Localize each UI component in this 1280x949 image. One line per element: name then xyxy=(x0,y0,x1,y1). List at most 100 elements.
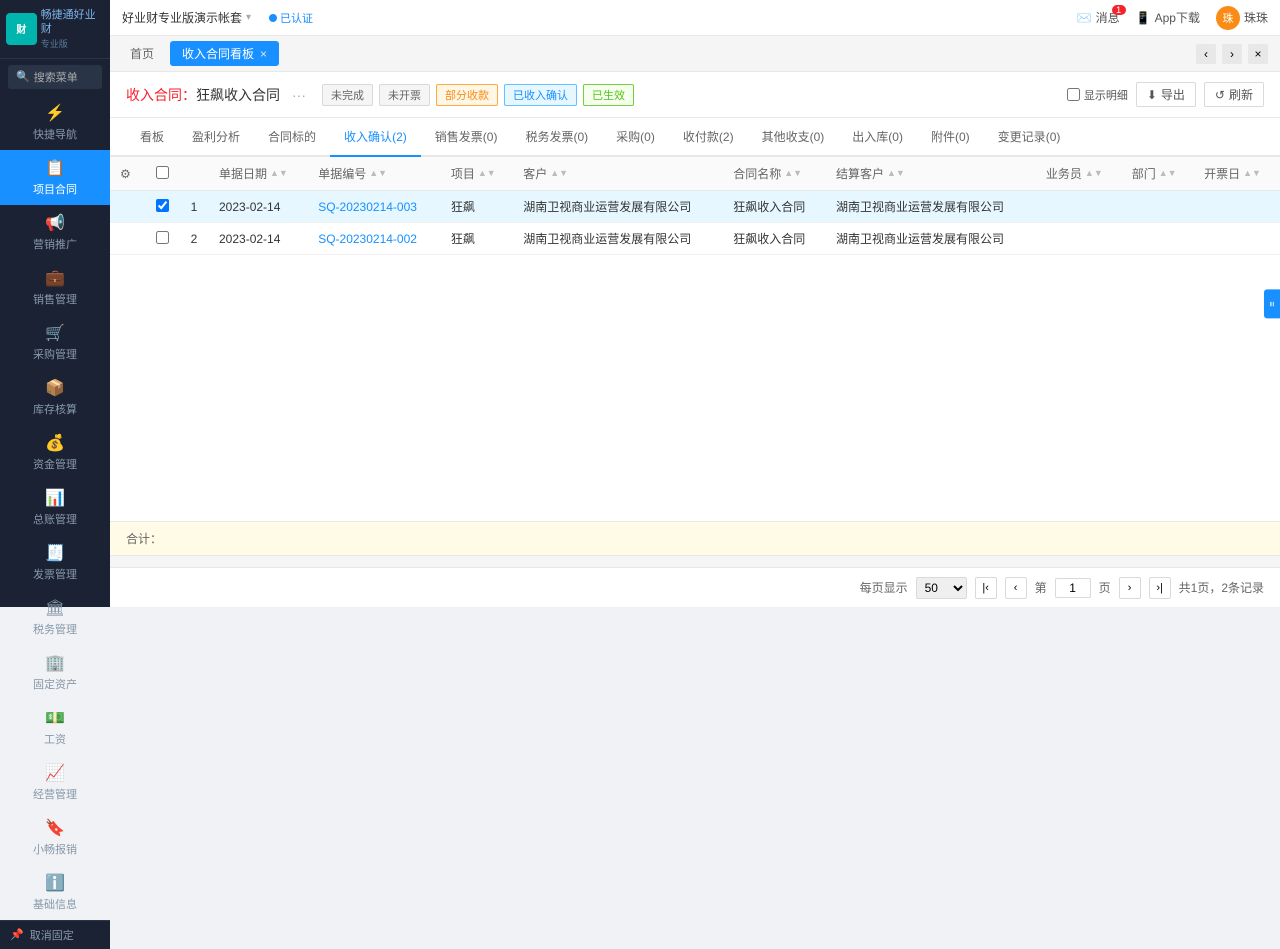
tab-home[interactable]: 首页 xyxy=(122,45,162,62)
row-checkbox[interactable] xyxy=(156,199,169,212)
app-download-button[interactable]: 📱 App下载 xyxy=(1136,9,1200,26)
messages-button[interactable]: ✉️ 消息 1 xyxy=(1077,9,1120,26)
settings-icon[interactable]: ⚙ xyxy=(120,167,131,181)
cell-code: SQ-20230214-003 xyxy=(308,191,441,223)
col-settle-customer-header[interactable]: 结算客户 ▲▼ xyxy=(826,157,1036,191)
sidebar-item-funds[interactable]: 💰 资金管理 xyxy=(0,425,110,480)
cell-settings xyxy=(110,223,146,255)
funds-icon: 💰 xyxy=(45,433,65,453)
cell-dept xyxy=(1122,191,1194,223)
avatar-initials: 珠 xyxy=(1222,10,1233,26)
tab-prev-button[interactable]: ‹ xyxy=(1196,44,1216,64)
prev-page-button[interactable]: ‹ xyxy=(1005,577,1027,599)
subtab-warehouse[interactable]: 出入库(0) xyxy=(838,118,917,157)
subtab-purchase[interactable]: 采购(0) xyxy=(602,118,669,157)
subtabs: 看板 盈利分析 合同标的 收入确认(2) 销售发票(0) 税务发票(0) 采购(… xyxy=(110,118,1280,157)
logo-title: 畅捷通好业财 xyxy=(41,8,104,37)
company-selector[interactable]: 好业财专业版演示帐套 ▾ xyxy=(122,9,251,26)
sidebar-item-expense[interactable]: 🔖 小畅报销 xyxy=(0,810,110,865)
code-link[interactable]: SQ-20230214-002 xyxy=(318,232,417,246)
cell-open-date xyxy=(1194,223,1280,255)
subtab-revenue-confirm[interactable]: 收入确认(2) xyxy=(330,118,421,157)
sidebar-item-operations[interactable]: 📈 经营管理 xyxy=(0,755,110,810)
sidebar-item-label: 总账管理 xyxy=(33,511,77,527)
sidebar-item-payroll[interactable]: 💵 工资 xyxy=(0,700,110,755)
sidebar-item-marketing[interactable]: 📢 营销推广 xyxy=(0,205,110,260)
status-effective[interactable]: 已生效 xyxy=(583,84,634,106)
subtab-contract-subject[interactable]: 合同标的 xyxy=(254,118,330,157)
tab-contract-board[interactable]: 收入合同看板 × xyxy=(170,41,279,66)
cell-date: 2023-02-14 xyxy=(209,191,308,223)
show-detail-input[interactable] xyxy=(1067,88,1080,101)
col-dept-header[interactable]: 部门 ▲▼ xyxy=(1122,157,1194,191)
col-customer-header[interactable]: 客户 ▲▼ xyxy=(513,157,723,191)
sidebar-item-general-ledger[interactable]: 📊 总账管理 xyxy=(0,480,110,535)
sidebar-item-purchase[interactable]: 🛒 采购管理 xyxy=(0,315,110,370)
sidebar-item-sales[interactable]: 💼 销售管理 xyxy=(0,260,110,315)
sidebar-item-label: 基础信息 xyxy=(33,896,77,912)
right-panel-toggle[interactable]: ≡ xyxy=(1264,289,1280,318)
page-number-input[interactable] xyxy=(1055,578,1091,598)
sidebar-item-project-contract[interactable]: 📋 项目合同 xyxy=(0,150,110,205)
subtab-change-records[interactable]: 变更记录(0) xyxy=(984,118,1075,157)
col-contract-header[interactable]: 合同名称 ▲▼ xyxy=(723,157,826,191)
contract-more-button[interactable]: ··· xyxy=(292,87,306,103)
horizontal-scrollbar[interactable] xyxy=(110,555,1280,567)
per-page-select[interactable]: 50 100 200 xyxy=(916,577,967,599)
download-icon: 📱 xyxy=(1136,11,1151,25)
subtab-payment[interactable]: 收付款(2) xyxy=(669,118,748,157)
operations-icon: 📈 xyxy=(45,763,65,783)
sort-dept-icon: ▲▼ xyxy=(1159,169,1177,178)
subtab-tax-invoice[interactable]: 税务发票(0) xyxy=(511,118,602,157)
status-revenue-confirmed[interactable]: 已收入确认 xyxy=(504,84,577,106)
sidebar-item-invoice[interactable]: 🧾 发票管理 xyxy=(0,535,110,590)
subtab-sales-invoice[interactable]: 销售发票(0) xyxy=(421,118,512,157)
show-detail-checkbox[interactable]: 显示明细 xyxy=(1067,87,1128,103)
sidebar-item-inventory[interactable]: 📦 库存核算 xyxy=(0,370,110,425)
first-page-button[interactable]: |‹ xyxy=(975,577,997,599)
cell-settings xyxy=(110,191,146,223)
sort-contract-icon: ▲▼ xyxy=(784,169,802,178)
status-not-complete[interactable]: 未完成 xyxy=(322,84,373,106)
sidebar-item-quick-nav[interactable]: ⚡ 快捷导航 xyxy=(0,95,110,150)
row-checkbox[interactable] xyxy=(156,231,169,244)
col-open-date-header[interactable]: 开票日 ▲▼ xyxy=(1194,157,1280,191)
sidebar-item-label: 资金管理 xyxy=(33,456,77,472)
code-link[interactable]: SQ-20230214-003 xyxy=(318,200,417,214)
next-page-button[interactable]: › xyxy=(1119,577,1141,599)
pin-label: 取消固定 xyxy=(30,927,74,943)
search-menu-button[interactable]: 🔍 搜索菜单 xyxy=(8,65,102,89)
cell-customer: 湖南卫视商业运营发展有限公司 xyxy=(513,223,723,255)
tab-close-all-button[interactable]: × xyxy=(1248,44,1268,64)
sidebar-item-tax[interactable]: 🏛 税务管理 xyxy=(0,590,110,645)
subtab-kanban[interactable]: 看板 xyxy=(126,118,178,157)
sidebar-item-label: 发票管理 xyxy=(33,566,77,582)
table-row[interactable]: 1 2023-02-14 SQ-20230214-003 狂飙 湖南卫视商业运营… xyxy=(110,191,1280,223)
sidebar-item-label: 项目合同 xyxy=(33,181,77,197)
total-row: 合计： xyxy=(110,521,1280,555)
refresh-button[interactable]: ↺ 刷新 xyxy=(1204,82,1264,107)
tab-next-button[interactable]: › xyxy=(1222,44,1242,64)
subtab-profit[interactable]: 盈利分析 xyxy=(178,118,254,157)
col-date-header[interactable]: 单据日期 ▲▼ xyxy=(209,157,308,191)
subtab-other-income[interactable]: 其他收支(0) xyxy=(748,118,839,157)
page-label: 页 xyxy=(1099,579,1111,596)
table-row[interactable]: 2 2023-02-14 SQ-20230214-002 狂飙 湖南卫视商业运营… xyxy=(110,223,1280,255)
last-page-button[interactable]: ›| xyxy=(1149,577,1171,599)
status-partial-payment[interactable]: 部分收款 xyxy=(436,84,498,106)
tab-close-icon[interactable]: × xyxy=(260,47,267,61)
sidebar-item-fixed-assets[interactable]: 🏢 固定资产 xyxy=(0,645,110,700)
sidebar-item-basic-info[interactable]: ℹ️ 基础信息 xyxy=(0,865,110,920)
contract-actions: 显示明细 ⬇ 导出 ↺ 刷新 xyxy=(1067,82,1264,107)
unpin-button[interactable]: 📌 取消固定 xyxy=(0,921,110,949)
select-all-checkbox[interactable] xyxy=(156,166,169,179)
export-button[interactable]: ⬇ 导出 xyxy=(1136,82,1196,107)
subtab-attachments[interactable]: 附件(0) xyxy=(917,118,984,157)
col-salesman-header[interactable]: 业务员 ▲▼ xyxy=(1036,157,1122,191)
company-name: 好业财专业版演示帐套 xyxy=(122,9,242,26)
col-project-header[interactable]: 项目 ▲▼ xyxy=(441,157,513,191)
user-menu[interactable]: 珠 珠珠 xyxy=(1216,6,1268,30)
status-not-invoiced[interactable]: 未开票 xyxy=(379,84,430,106)
col-code-header[interactable]: 单据编号 ▲▼ xyxy=(308,157,441,191)
cell-code: SQ-20230214-002 xyxy=(308,223,441,255)
